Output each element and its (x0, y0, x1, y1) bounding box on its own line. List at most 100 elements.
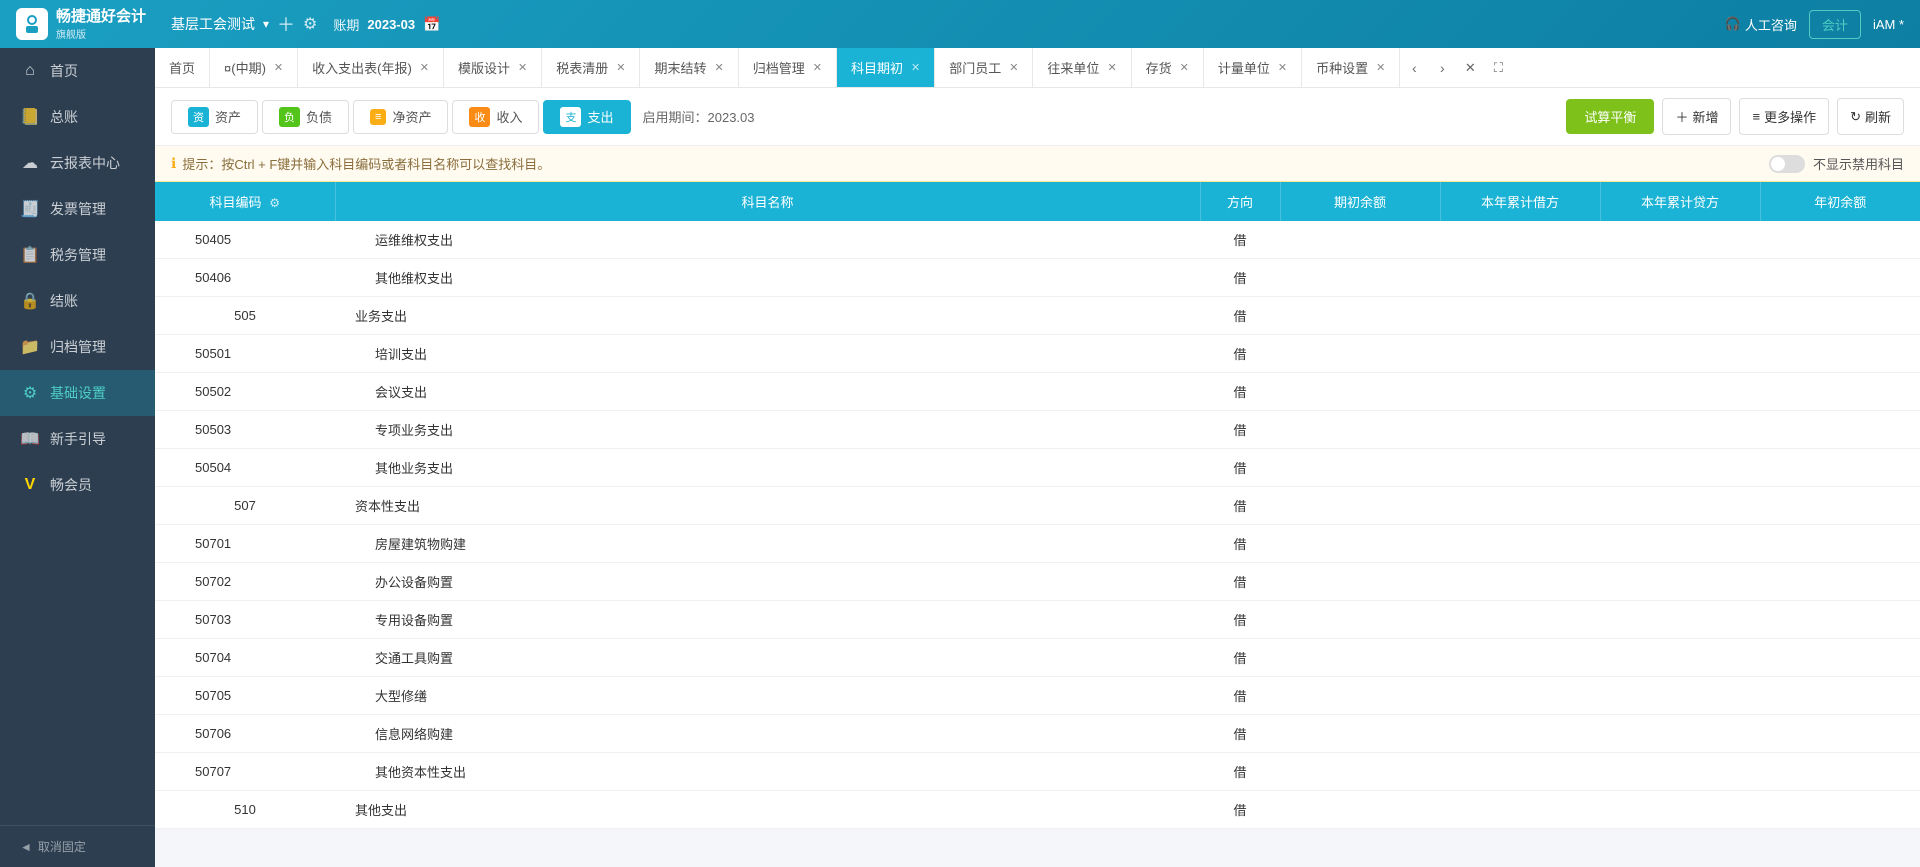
cat-tab-equity[interactable]: ≡ 净资产 (353, 100, 448, 134)
cell-year-credit (1600, 411, 1760, 449)
table-row[interactable]: 50405 运维维权支出 借 (155, 221, 1920, 259)
tab-close-tax[interactable]: ✕ (616, 61, 625, 74)
add-button[interactable]: ＋ 新增 (1662, 98, 1731, 135)
table-row[interactable]: 50705 大型修缮 借 (155, 677, 1920, 715)
table-row[interactable]: 50706 信息网络购建 借 (155, 715, 1920, 753)
tab-inventory[interactable]: 存货 ✕ (1132, 48, 1204, 87)
cell-year-credit (1600, 373, 1760, 411)
tab-contacts[interactable]: 往来单位 ✕ (1033, 48, 1131, 87)
tab-close-mid[interactable]: ✕ (274, 61, 283, 74)
app-logo-icon (16, 8, 48, 40)
table-row[interactable]: 505 业务支出 借 (155, 297, 1920, 335)
basic-icon: ⚙ (20, 383, 40, 403)
consult-label: 人工咨询 (1745, 15, 1797, 34)
cell-period-balance (1280, 487, 1440, 525)
tab-template[interactable]: 模版设计 ✕ (444, 48, 542, 87)
tab-tax-list[interactable]: 税表清册 ✕ (542, 48, 640, 87)
cell-direction: 借 (1200, 715, 1280, 753)
cell-direction: 借 (1200, 259, 1280, 297)
cell-name: 培训支出 (335, 335, 1200, 373)
tab-close-archive[interactable]: ✕ (813, 61, 822, 74)
sidebar-item-close[interactable]: 🔒 结账 (0, 278, 155, 324)
table-row[interactable]: 50701 房屋建筑物购建 借 (155, 525, 1920, 563)
more-button[interactable]: ≡ 更多操作 (1739, 98, 1829, 135)
table-row[interactable]: 50702 办公设备购置 借 (155, 563, 1920, 601)
tab-annual-report[interactable]: 收入支出表(年报) ✕ (298, 48, 444, 87)
table-row[interactable]: 50406 其他维权支出 借 (155, 259, 1920, 297)
sidebar-item-basic[interactable]: ⚙ 基础设置 (0, 370, 155, 416)
iam-label[interactable]: iAM * (1873, 17, 1904, 32)
tab-close-unit[interactable]: ✕ (1278, 61, 1287, 74)
tab-mid-period[interactable]: ¤(中期) ✕ (210, 48, 298, 87)
sidebar-item-archive[interactable]: 📁 归档管理 (0, 324, 155, 370)
sidebar-item-invoice[interactable]: 🧾 发票管理 (0, 186, 155, 232)
table-row[interactable]: 50703 专用设备购置 借 (155, 601, 1920, 639)
tab-fullscreen-button[interactable]: ⛶ (1484, 48, 1512, 87)
cat-tab-asset[interactable]: 资 资产 (171, 100, 258, 134)
tab-close-period-end[interactable]: ✕ (715, 61, 724, 74)
tab-home[interactable]: 首页 (155, 48, 210, 87)
add-workspace-icon[interactable]: ＋ (277, 11, 295, 37)
col-header-year-balance: 年初余额 (1760, 182, 1920, 221)
sidebar-item-guide[interactable]: 📖 新手引导 (0, 416, 155, 462)
company-dropdown-icon[interactable]: ▾ (263, 17, 269, 31)
tab-unit[interactable]: 计量单位 ✕ (1204, 48, 1302, 87)
consult-button[interactable]: 🎧 人工咨询 (1725, 15, 1797, 34)
tab-archive[interactable]: 归档管理 ✕ (739, 48, 837, 87)
refresh-button[interactable]: ↻ 刷新 (1837, 98, 1904, 135)
account-button[interactable]: 会计 (1809, 10, 1861, 39)
cat-tab-income[interactable]: 收 收入 (452, 100, 539, 134)
tab-close-template[interactable]: ✕ (518, 61, 527, 74)
sidebar-item-tax[interactable]: 📋 税务管理 (0, 232, 155, 278)
headset-icon: 🎧 (1725, 16, 1741, 32)
cell-year-balance (1760, 259, 1920, 297)
cat-tab-expense[interactable]: 支 支出 (543, 100, 630, 134)
table-row[interactable]: 50704 交通工具购置 借 (155, 639, 1920, 677)
cell-year-debit (1440, 259, 1600, 297)
calendar-icon[interactable]: 📅 (423, 16, 440, 33)
app-name: 畅捷通好会计 (56, 8, 146, 26)
settings-icon[interactable]: ⚙ (303, 14, 317, 34)
tab-close-all-button[interactable]: ✕ (1456, 48, 1484, 87)
tab-close-annual[interactable]: ✕ (420, 61, 429, 74)
cat-tab-liability[interactable]: 负 负债 (262, 100, 349, 134)
sidebar-item-ledger[interactable]: 📒 总账 (0, 94, 155, 140)
sidebar-item-reports[interactable]: ☁ 云报表中心 (0, 140, 155, 186)
table-row[interactable]: 50707 其他资本性支出 借 (155, 753, 1920, 791)
table-row[interactable]: 507 资本性支出 借 (155, 487, 1920, 525)
table-row[interactable]: 50503 专项业务支出 借 (155, 411, 1920, 449)
tab-prev-button[interactable]: ‹ (1400, 48, 1428, 87)
tab-period-end[interactable]: 期末结转 ✕ (640, 48, 738, 87)
cell-code: 50504 (155, 449, 335, 487)
table-row[interactable]: 50501 培训支出 借 (155, 335, 1920, 373)
table-row[interactable]: 510 其他支出 借 (155, 791, 1920, 829)
cell-direction: 借 (1200, 487, 1280, 525)
cell-period-balance (1280, 791, 1440, 829)
tab-dept-staff[interactable]: 部门员工 ✕ (935, 48, 1033, 87)
tab-close-contacts[interactable]: ✕ (1107, 61, 1116, 74)
cell-year-debit (1440, 601, 1600, 639)
cell-code: 50502 (155, 373, 335, 411)
tab-close-currency[interactable]: ✕ (1376, 61, 1385, 74)
tab-close-inventory[interactable]: ✕ (1180, 61, 1189, 74)
cell-year-debit (1440, 335, 1600, 373)
cat-label-expense: 支出 (587, 107, 613, 126)
cell-year-debit (1440, 411, 1600, 449)
balance-button[interactable]: 试算平衡 (1566, 99, 1654, 134)
cancel-pin-button[interactable]: ◄ 取消固定 (0, 825, 155, 867)
table-row[interactable]: 50504 其他业务支出 借 (155, 449, 1920, 487)
col-settings-icon[interactable]: ⚙ (269, 196, 280, 210)
cell-year-balance (1760, 677, 1920, 715)
sidebar-item-home[interactable]: ⌂ 首页 (0, 48, 155, 94)
cell-code: 50501 (155, 335, 335, 373)
table-row[interactable]: 50502 会议支出 借 (155, 373, 1920, 411)
tab-inventory-label: 存货 (1146, 58, 1172, 77)
sidebar-item-member[interactable]: V 畅会员 (0, 462, 155, 508)
tab-next-button[interactable]: › (1428, 48, 1456, 87)
tab-close-dept[interactable]: ✕ (1009, 61, 1018, 74)
toggle-switch-control[interactable] (1769, 155, 1805, 173)
tab-close-subject[interactable]: ✕ (911, 61, 920, 74)
cat-label-income: 收入 (496, 107, 522, 126)
tab-currency[interactable]: 币种设置 ✕ (1302, 48, 1400, 87)
tab-subject-initial[interactable]: 科目期初 ✕ (837, 48, 935, 87)
